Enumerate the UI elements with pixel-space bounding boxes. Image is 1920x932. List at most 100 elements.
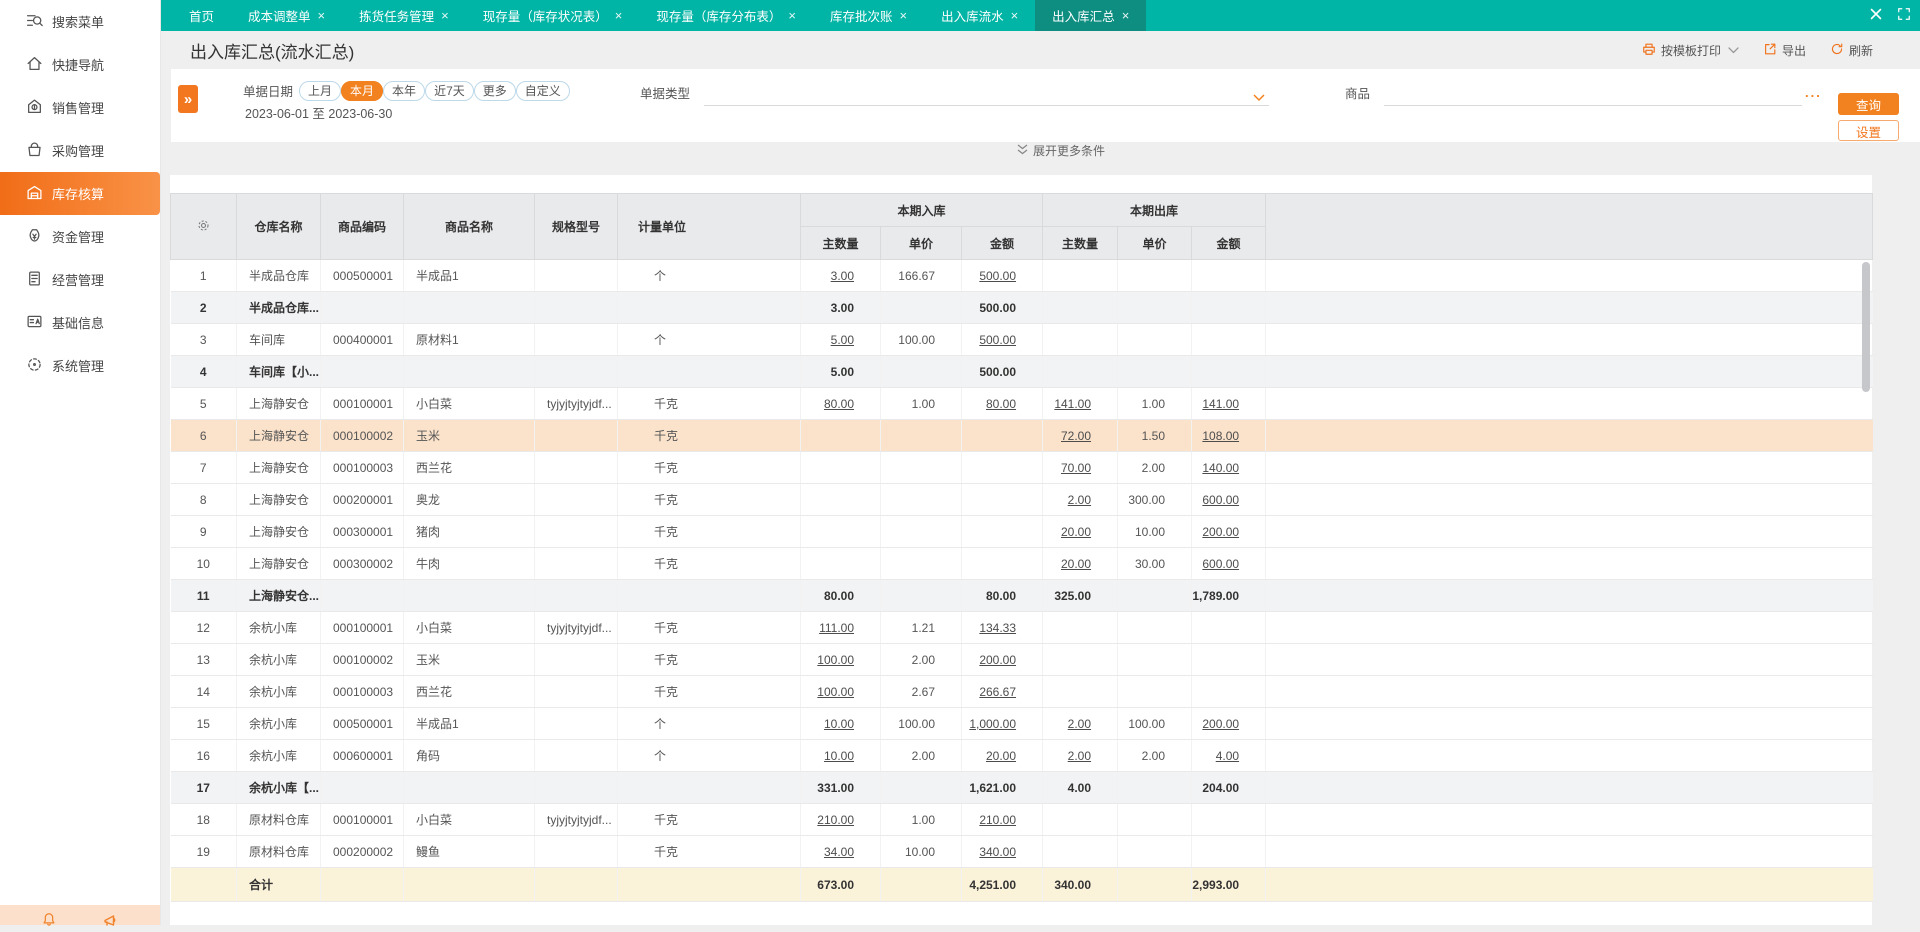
settings-button[interactable]: 设置 bbox=[1838, 120, 1899, 141]
drill-down-link[interactable]: 34.00 bbox=[824, 845, 854, 859]
sidebar-item-经营管理[interactable]: 经营管理 bbox=[0, 258, 160, 301]
sidebar-item-库存核算[interactable]: 库存核算 bbox=[0, 172, 160, 215]
table-row[interactable]: 14 余杭小库 000100003 西兰花 千克 100.00 2.67 266.67 bbox=[170, 675, 1873, 708]
collapse-filter-button[interactable]: » bbox=[178, 85, 198, 113]
tab-库存批次账[interactable]: 库存批次账 × bbox=[813, 0, 924, 31]
bell-icon[interactable] bbox=[42, 911, 56, 932]
drill-down-link[interactable]: 266.67 bbox=[979, 685, 1016, 699]
tab-close-icon[interactable]: × bbox=[1011, 9, 1019, 22]
sidebar-item-快捷导航[interactable]: 快捷导航 bbox=[0, 43, 160, 86]
date-range-value[interactable]: 2023-06-01 至 2023-06-30 bbox=[245, 103, 570, 122]
drill-down-link[interactable]: 10.00 bbox=[824, 749, 854, 763]
sidebar-item-搜索菜单[interactable]: 搜索菜单 bbox=[0, 0, 160, 43]
drill-down-link[interactable]: 2.00 bbox=[1068, 493, 1091, 507]
drill-down-link[interactable]: 134.33 bbox=[979, 621, 1016, 635]
subtotal-row[interactable]: 2 半成品仓库... 3.00 500.00 bbox=[170, 291, 1873, 324]
tab-出入库流水[interactable]: 出入库流水 × bbox=[924, 0, 1035, 31]
chevron-down-icon[interactable] bbox=[1728, 43, 1739, 57]
date-pill-上月[interactable]: 上月 bbox=[299, 80, 342, 101]
table-row[interactable]: 8 上海静安仓 000200001 奥龙 千克 2.00 300.00 600.00 bbox=[170, 483, 1873, 516]
drill-down-link[interactable]: 141.00 bbox=[1054, 397, 1091, 411]
drill-down-link[interactable]: 340.00 bbox=[979, 845, 1016, 859]
subtotal-row[interactable]: 11 上海静安仓... 80.00 80.00 325.00 1,789.00 bbox=[170, 579, 1873, 612]
close-window-icon[interactable] bbox=[1870, 8, 1882, 23]
drill-down-link[interactable]: 5.00 bbox=[831, 333, 854, 347]
search-button[interactable]: 查询 bbox=[1838, 93, 1899, 115]
tab-close-icon[interactable]: × bbox=[1122, 9, 1130, 22]
date-pill-自定义[interactable]: 自定义 bbox=[515, 80, 570, 101]
drill-down-link[interactable]: 70.00 bbox=[1061, 461, 1091, 475]
drill-down-link[interactable]: 1,000.00 bbox=[969, 717, 1016, 731]
table-row[interactable]: 5 上海静安仓 000100001 小白菜 tyjyjtyjtyjdf... 千克 80.0… bbox=[170, 387, 1873, 420]
drill-down-link[interactable]: 20.00 bbox=[1061, 525, 1091, 539]
drill-down-link[interactable]: 20.00 bbox=[1061, 557, 1091, 571]
drill-down-link[interactable]: 500.00 bbox=[979, 333, 1016, 347]
drill-down-link[interactable]: 600.00 bbox=[1202, 493, 1239, 507]
drill-down-link[interactable]: 600.00 bbox=[1202, 557, 1239, 571]
drill-down-link[interactable]: 210.00 bbox=[979, 813, 1016, 827]
drill-down-link[interactable]: 200.00 bbox=[1202, 525, 1239, 539]
tab-close-icon[interactable]: × bbox=[615, 9, 623, 22]
drill-down-link[interactable]: 200.00 bbox=[1202, 717, 1239, 731]
drill-down-link[interactable]: 141.00 bbox=[1202, 397, 1239, 411]
table-row[interactable]: 10 上海静安仓 000300002 牛肉 千克 20.00 30.00 600.00 bbox=[170, 547, 1873, 580]
drill-down-link[interactable]: 108.00 bbox=[1202, 429, 1239, 443]
table-row[interactable]: 6 上海静安仓 000100002 玉米 千克 72.00 1.50 108.00 bbox=[170, 419, 1873, 452]
tab-close-icon[interactable]: × bbox=[899, 9, 907, 22]
drill-down-link[interactable]: 100.00 bbox=[817, 653, 854, 667]
drill-down-link[interactable]: 2.00 bbox=[1068, 717, 1091, 731]
table-row[interactable]: 18 原材料仓库 000100001 小白菜 tyjyjtyjtyjdf... 千克 210… bbox=[170, 803, 1873, 836]
sidebar-item-资金管理[interactable]: 资金管理 bbox=[0, 215, 160, 258]
table-row[interactable]: 16 余杭小库 000600001 角码 个 10.00 2.00 20.00 2.00 2.00… bbox=[170, 739, 1873, 772]
drill-down-link[interactable]: 200.00 bbox=[979, 653, 1016, 667]
product-more-button[interactable]: ... bbox=[1805, 85, 1822, 100]
table-row[interactable]: 1 半成品仓库 000500001 半成品1 个 3.00 166.67 500.00 bbox=[170, 259, 1873, 292]
sidebar-item-系统管理[interactable]: 系统管理 bbox=[0, 344, 160, 387]
vertical-scrollbar-thumb[interactable] bbox=[1862, 262, 1870, 392]
table-row[interactable]: 19 原材料仓库 000200002 鳗鱼 千克 34.00 10.00 340.00 bbox=[170, 835, 1873, 868]
tab-拣货任务管理[interactable]: 拣货任务管理 × bbox=[342, 0, 466, 31]
table-row[interactable]: 13 余杭小库 000100002 玉米 千克 100.00 2.00 200.00 bbox=[170, 643, 1873, 676]
drill-down-link[interactable]: 10.00 bbox=[824, 717, 854, 731]
tab-现存量（库存分布表）[interactable]: 现存量（库存分布表） × bbox=[639, 0, 813, 31]
date-pill-本月[interactable]: 本月 bbox=[341, 80, 384, 101]
table-row[interactable]: 7 上海静安仓 000100003 西兰花 千克 70.00 2.00 140.00 bbox=[170, 451, 1873, 484]
drill-down-link[interactable]: 500.00 bbox=[979, 269, 1016, 283]
sidebar-item-采购管理[interactable]: 采购管理 bbox=[0, 129, 160, 172]
drill-down-link[interactable]: 80.00 bbox=[824, 397, 854, 411]
date-pill-近7天[interactable]: 近7天 bbox=[425, 80, 474, 101]
subtotal-row[interactable]: 17 余杭小库【... 331.00 1,621.00 4.00 204.00 bbox=[170, 771, 1873, 804]
subtotal-row[interactable]: 4 车间库【小... 5.00 500.00 bbox=[170, 355, 1873, 388]
sidebar-item-销售管理[interactable]: 销售管理 bbox=[0, 86, 160, 129]
drill-down-link[interactable]: 20.00 bbox=[986, 749, 1016, 763]
tab-出入库汇总[interactable]: 出入库汇总 × bbox=[1035, 0, 1147, 31]
date-pill-更多[interactable]: 更多 bbox=[473, 80, 516, 101]
tab-close-icon[interactable]: × bbox=[788, 9, 796, 22]
fullscreen-icon[interactable] bbox=[1898, 8, 1910, 23]
export-button[interactable]: 导出 bbox=[1763, 42, 1806, 59]
tab-首页[interactable]: 首页 bbox=[172, 0, 231, 31]
drill-down-link[interactable]: 140.00 bbox=[1202, 461, 1239, 475]
drill-down-link[interactable]: 2.00 bbox=[1068, 749, 1091, 763]
drill-down-link[interactable]: 4.00 bbox=[1216, 749, 1239, 763]
doc-type-select[interactable] bbox=[704, 83, 1270, 106]
print-by-template-button[interactable]: 按模板打印 bbox=[1642, 42, 1739, 59]
refresh-button[interactable]: 刷新 bbox=[1830, 42, 1873, 59]
date-pill-本年[interactable]: 本年 bbox=[383, 80, 426, 101]
drill-down-link[interactable]: 72.00 bbox=[1061, 429, 1091, 443]
table-row[interactable]: 3 车间库 000400001 原材料1 个 5.00 100.00 500.00 bbox=[170, 323, 1873, 356]
tab-现存量（库存状况表）[interactable]: 现存量（库存状况表） × bbox=[466, 0, 640, 31]
product-input[interactable] bbox=[1384, 83, 1803, 106]
sidebar-item-基础信息[interactable]: 基础信息 bbox=[0, 301, 160, 344]
table-row[interactable]: 12 余杭小库 000100001 小白菜 tyjyjtyjtyjdf... 千克 111.… bbox=[170, 611, 1873, 644]
table-row[interactable]: 9 上海静安仓 000300001 猪肉 千克 20.00 10.00 200.00 bbox=[170, 515, 1873, 548]
tab-close-icon[interactable]: × bbox=[441, 9, 449, 22]
drill-down-link[interactable]: 100.00 bbox=[817, 685, 854, 699]
tab-成本调整单[interactable]: 成本调整单 × bbox=[231, 0, 342, 31]
drill-down-link[interactable]: 111.00 bbox=[819, 621, 854, 635]
expand-more-conditions[interactable]: 展开更多条件 bbox=[1000, 142, 1122, 159]
megaphone-icon[interactable] bbox=[103, 911, 119, 932]
drill-down-link[interactable]: 3.00 bbox=[831, 269, 854, 283]
table-row[interactable]: 15 余杭小库 000500001 半成品1 个 10.00 100.00 1,000.00 2… bbox=[170, 707, 1873, 740]
tab-close-icon[interactable]: × bbox=[318, 9, 326, 22]
